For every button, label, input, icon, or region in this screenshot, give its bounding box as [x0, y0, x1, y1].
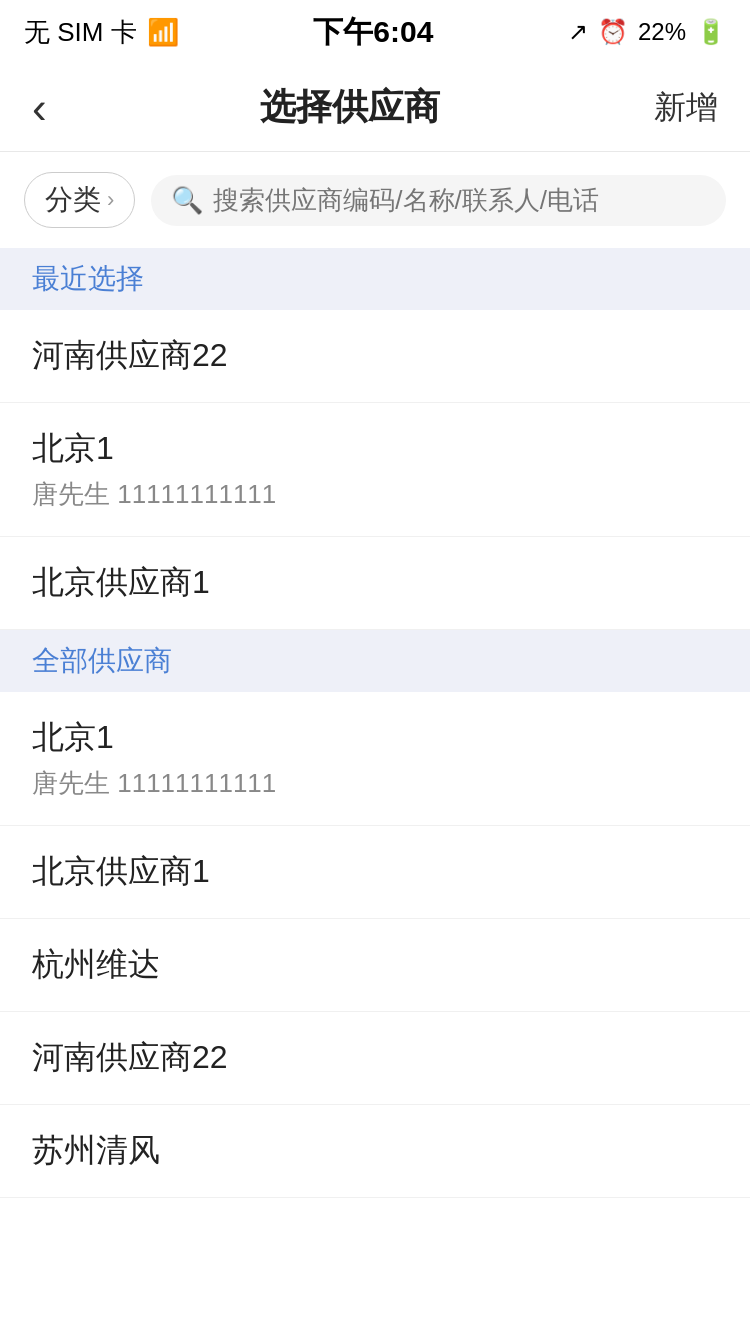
item-name: 北京1 — [32, 716, 718, 760]
wifi-icon: 📶 — [147, 17, 179, 48]
item-name: 北京供应商1 — [32, 561, 718, 605]
item-name: 河南供应商22 — [32, 334, 718, 378]
battery-icon: 🔋 — [696, 18, 726, 46]
status-time: 下午6:04 — [313, 12, 433, 53]
new-button[interactable]: 新增 — [654, 86, 718, 130]
item-name: 北京供应商1 — [32, 850, 718, 894]
search-input-wrap[interactable]: 🔍 — [151, 175, 726, 226]
search-bar: 分类 › 🔍 — [0, 152, 750, 248]
list-item[interactable]: 北京供应商1 — [0, 537, 750, 630]
sections-container: 最近选择河南供应商22 北京1 唐先生 11111111111 北京供应商1 全部供应商… — [0, 248, 750, 1198]
item-sub: 唐先生 11111111111 — [32, 766, 718, 801]
sim-status: 无 SIM 卡 — [24, 15, 137, 50]
back-button[interactable]: ‹ — [32, 83, 47, 133]
list-item[interactable]: 北京1 唐先生 11111111111 — [0, 692, 750, 826]
item-name: 杭州维达 — [32, 943, 718, 987]
nav-bar: ‹ 选择供应商 新增 — [0, 64, 750, 152]
section-header-all: 全部供应商 — [0, 630, 750, 692]
item-sub: 唐先生 11111111111 — [32, 477, 718, 512]
search-icon: 🔍 — [171, 185, 203, 216]
list-item[interactable]: 河南供应商22 — [0, 310, 750, 403]
list-item[interactable]: 北京1 唐先生 11111111111 — [0, 403, 750, 537]
item-name: 北京1 — [32, 427, 718, 471]
alarm-icon: ⏰ — [598, 18, 628, 46]
list-item[interactable]: 苏州清风 — [0, 1105, 750, 1198]
list-item[interactable]: 北京供应商1 — [0, 826, 750, 919]
search-input[interactable] — [213, 185, 706, 216]
status-right: ↗ ⏰ 22% 🔋 — [568, 18, 726, 46]
chevron-right-icon: › — [107, 187, 114, 213]
status-left: 无 SIM 卡 📶 — [24, 15, 179, 50]
category-button[interactable]: 分类 › — [24, 172, 135, 228]
status-bar: 无 SIM 卡 📶 下午6:04 ↗ ⏰ 22% 🔋 — [0, 0, 750, 64]
section-header-label-recent: 最近选择 — [32, 263, 144, 294]
category-label: 分类 — [45, 181, 101, 219]
section-header-label-all: 全部供应商 — [32, 645, 172, 676]
item-name: 河南供应商22 — [32, 1036, 718, 1080]
nav-title: 选择供应商 — [260, 83, 440, 132]
battery-text: 22% — [638, 18, 686, 46]
list-item[interactable]: 杭州维达 — [0, 919, 750, 1012]
section-header-recent: 最近选择 — [0, 248, 750, 310]
list-item[interactable]: 河南供应商22 — [0, 1012, 750, 1105]
item-name: 苏州清风 — [32, 1129, 718, 1173]
location-icon: ↗ — [568, 18, 588, 46]
